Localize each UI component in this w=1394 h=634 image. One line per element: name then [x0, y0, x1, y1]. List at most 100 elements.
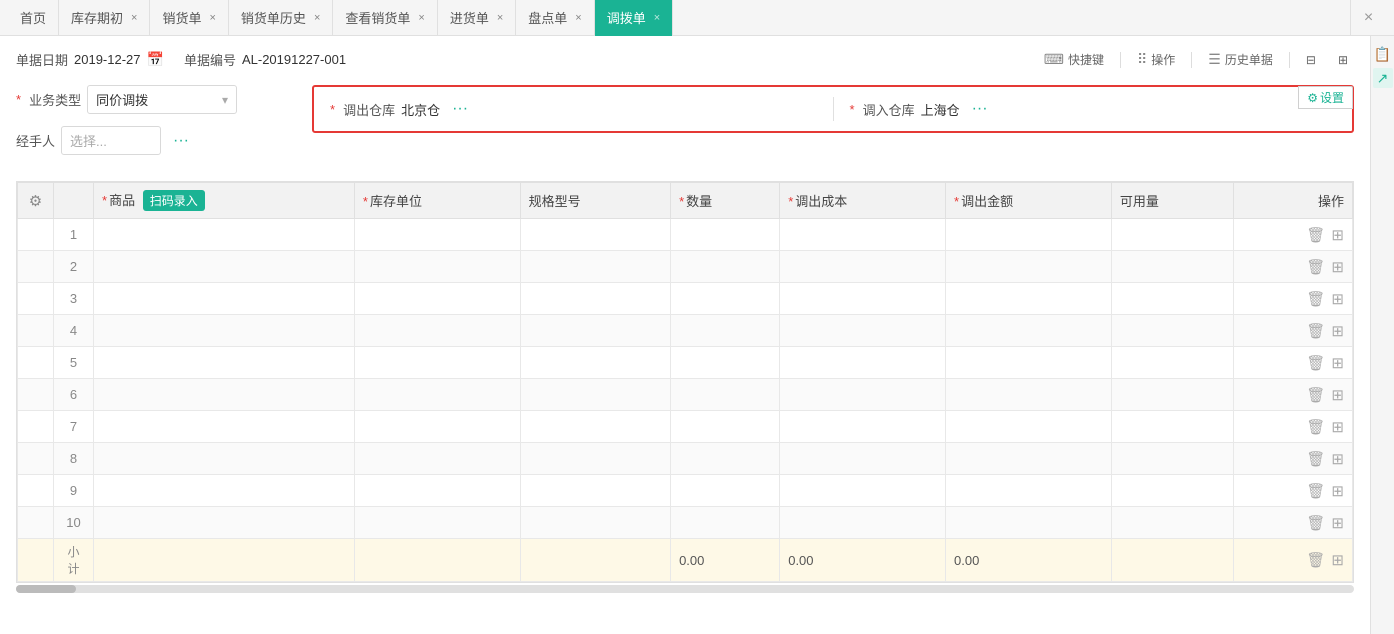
row-qty[interactable]: [671, 251, 780, 283]
row-available[interactable]: [1111, 251, 1233, 283]
row-spec[interactable]: [520, 347, 670, 379]
row-product[interactable]: [94, 411, 355, 443]
delete-icon[interactable]: 🗑: [1306, 386, 1325, 404]
row-unit[interactable]: [354, 443, 520, 475]
row-product[interactable]: [94, 219, 355, 251]
tab-view-sales[interactable]: 查看销货单 ×: [333, 0, 437, 36]
tab-stocktake[interactable]: 盘点单 ×: [516, 0, 594, 36]
close-stocktake[interactable]: ×: [575, 12, 581, 24]
shortcuts-button[interactable]: ⌨ 快捷键: [1038, 48, 1110, 71]
copy-icon[interactable]: ⊞: [1331, 450, 1344, 468]
delete-icon[interactable]: 🗑: [1306, 514, 1325, 532]
row-cost[interactable]: [780, 379, 946, 411]
copy-icon[interactable]: ⊞: [1331, 322, 1344, 340]
row-cost[interactable]: [780, 411, 946, 443]
row-available[interactable]: [1111, 475, 1233, 507]
layout-button-1[interactable]: ⊟: [1300, 50, 1322, 70]
row-available[interactable]: [1111, 315, 1233, 347]
calendar-icon[interactable]: 📅: [147, 51, 164, 68]
person-ellipsis[interactable]: ···: [173, 132, 189, 150]
row-amount[interactable]: [946, 251, 1112, 283]
row-cost[interactable]: [780, 443, 946, 475]
row-qty[interactable]: [671, 219, 780, 251]
delete-icon[interactable]: 🗑: [1306, 354, 1325, 372]
row-spec[interactable]: [520, 283, 670, 315]
row-spec[interactable]: [520, 411, 670, 443]
copy-icon[interactable]: ⊞: [1331, 258, 1344, 276]
row-available[interactable]: [1111, 347, 1233, 379]
main-close-button[interactable]: ×: [1350, 0, 1386, 36]
delete-icon[interactable]: 🗑: [1306, 226, 1325, 244]
delete-icon[interactable]: 🗑: [1306, 322, 1325, 340]
close-view-sales[interactable]: ×: [418, 12, 424, 24]
row-cost[interactable]: [780, 475, 946, 507]
row-available[interactable]: [1111, 219, 1233, 251]
row-amount[interactable]: [946, 411, 1112, 443]
close-sales-order[interactable]: ×: [209, 12, 215, 24]
row-cost[interactable]: [780, 507, 946, 539]
in-warehouse-ellipsis[interactable]: ···: [972, 100, 988, 118]
row-qty[interactable]: [671, 315, 780, 347]
row-cost[interactable]: [780, 219, 946, 251]
row-unit[interactable]: [354, 411, 520, 443]
row-qty[interactable]: [671, 475, 780, 507]
row-cost[interactable]: [780, 315, 946, 347]
business-type-dropdown[interactable]: 同价调拨 ▾: [87, 85, 237, 114]
row-amount[interactable]: [946, 283, 1112, 315]
row-unit[interactable]: [354, 347, 520, 379]
row-product[interactable]: [94, 347, 355, 379]
row-qty[interactable]: [671, 347, 780, 379]
tab-home[interactable]: 首页: [8, 0, 59, 36]
row-amount[interactable]: [946, 475, 1112, 507]
row-unit[interactable]: [354, 507, 520, 539]
copy-icon[interactable]: ⊞: [1331, 386, 1344, 404]
delete-icon[interactable]: 🗑: [1306, 290, 1325, 308]
copy-icon[interactable]: ⊞: [1331, 482, 1344, 500]
warehouse-settings-button[interactable]: ⚙ 设置: [1298, 86, 1353, 109]
row-available[interactable]: [1111, 443, 1233, 475]
row-unit[interactable]: [354, 283, 520, 315]
row-product[interactable]: [94, 379, 355, 411]
row-amount[interactable]: [946, 347, 1112, 379]
copy-icon[interactable]: ⊞: [1331, 290, 1344, 308]
row-spec[interactable]: [520, 379, 670, 411]
row-amount[interactable]: [946, 507, 1112, 539]
column-settings-icon[interactable]: ⚙: [29, 193, 42, 210]
delete-icon[interactable]: 🗑: [1306, 482, 1325, 500]
row-available[interactable]: [1111, 283, 1233, 315]
sidebar-expand-icon[interactable]: ↗: [1373, 68, 1393, 88]
sidebar-notes-icon[interactable]: 📋: [1373, 44, 1393, 64]
tab-inventory-init[interactable]: 库存期初 ×: [59, 0, 150, 36]
person-input[interactable]: 选择...: [61, 126, 161, 155]
tab-sales-order[interactable]: 销货单 ×: [150, 0, 228, 36]
close-transfer[interactable]: ×: [654, 12, 660, 24]
copy-icon[interactable]: ⊞: [1331, 418, 1344, 436]
delete-icon[interactable]: 🗑: [1306, 418, 1325, 436]
delete-icon[interactable]: 🗑: [1306, 450, 1325, 468]
row-product[interactable]: [94, 315, 355, 347]
row-available[interactable]: [1111, 507, 1233, 539]
row-unit[interactable]: [354, 219, 520, 251]
copy-icon[interactable]: ⊞: [1331, 226, 1344, 244]
row-available[interactable]: [1111, 411, 1233, 443]
row-qty[interactable]: [671, 443, 780, 475]
tab-purchase[interactable]: 进货单 ×: [438, 0, 516, 36]
history-button[interactable]: ☰ 历史单据: [1202, 48, 1279, 71]
copy-icon[interactable]: ⊞: [1331, 514, 1344, 532]
delete-icon[interactable]: 🗑: [1306, 258, 1325, 276]
operations-button[interactable]: ⠿ 操作: [1131, 48, 1181, 71]
row-unit[interactable]: [354, 475, 520, 507]
row-spec[interactable]: [520, 251, 670, 283]
row-qty[interactable]: [671, 379, 780, 411]
copy-icon[interactable]: ⊞: [1331, 551, 1344, 569]
tab-transfer[interactable]: 调拨单 ×: [595, 0, 673, 36]
row-spec[interactable]: [520, 219, 670, 251]
row-spec[interactable]: [520, 475, 670, 507]
row-unit[interactable]: [354, 379, 520, 411]
scan-button[interactable]: 扫码录入: [143, 190, 205, 211]
row-spec[interactable]: [520, 507, 670, 539]
row-qty[interactable]: [671, 283, 780, 315]
row-product[interactable]: [94, 475, 355, 507]
row-unit[interactable]: [354, 315, 520, 347]
scrollbar-thumb[interactable]: [16, 585, 76, 593]
